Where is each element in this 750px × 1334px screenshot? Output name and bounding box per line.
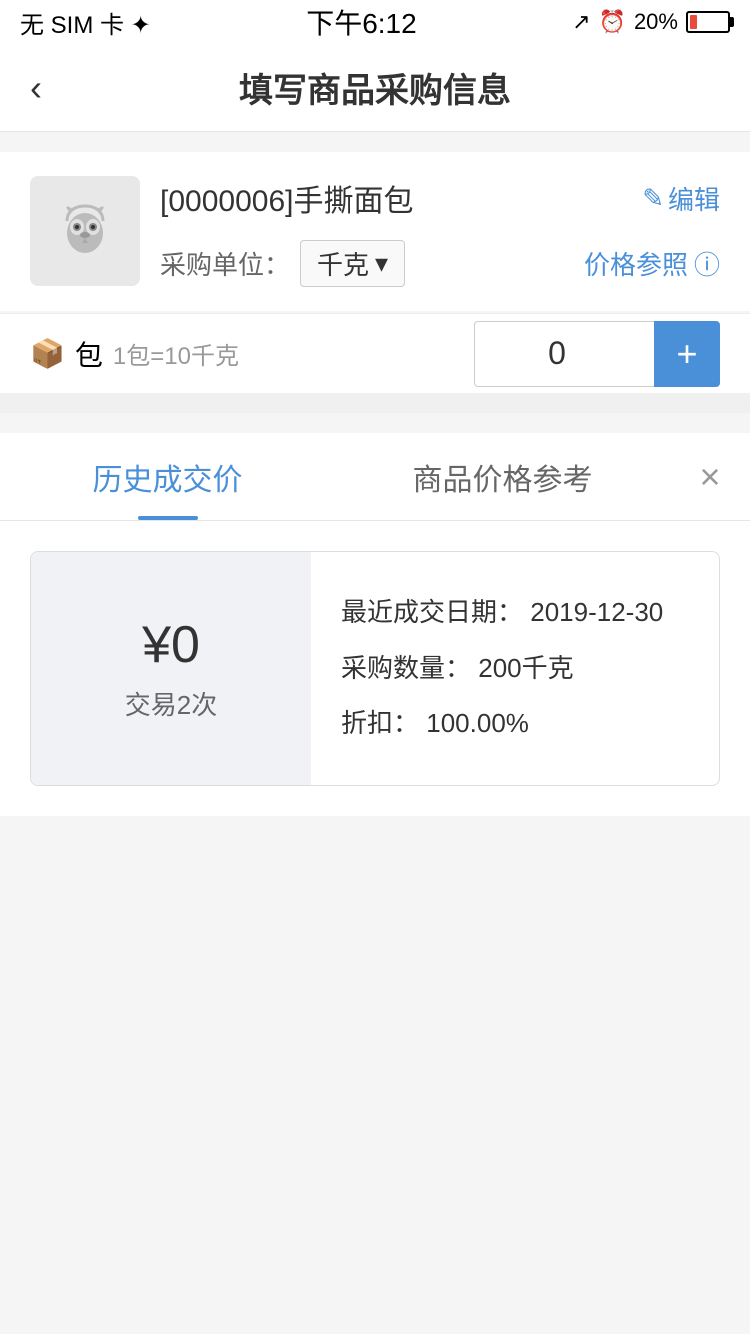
price-ref-label: 价格参照	[584, 245, 688, 282]
purchase-quantity-detail: 采购数量： 200千克	[341, 648, 689, 690]
package-ratio: 1包=10千克	[113, 336, 239, 371]
battery-icon	[686, 11, 730, 33]
quantity-section: 📦 包 1包=10千克 +	[0, 313, 750, 393]
tab-history-price[interactable]: 历史成交价	[0, 433, 335, 520]
status-bar: 无 SIM 卡 ✦ 下午6:12 ↗ ⏰ 20%	[0, 0, 750, 44]
tab-content: ¥0 交易2次 最近成交日期： 2019-12-30 采购数量： 200千克 折…	[0, 521, 750, 816]
transaction-count: 交易2次	[125, 685, 217, 722]
package-icon: 📦	[30, 337, 65, 370]
edit-button[interactable]: ✎ 编辑	[642, 180, 720, 217]
carrier-text: 无 SIM 卡 ✦	[20, 5, 151, 40]
unit-label-text: 采购单位：	[160, 245, 290, 282]
transaction-right: 最近成交日期： 2019-12-30 采购数量： 200千克 折扣： 100.0…	[311, 552, 719, 785]
discount-label: 折扣：	[341, 708, 419, 738]
page-title: 填写商品采购信息	[239, 63, 511, 112]
transaction-left: ¥0 交易2次	[31, 552, 311, 785]
edit-label: 编辑	[668, 180, 720, 217]
purchase-quantity-value: 200千克	[478, 653, 573, 683]
product-card: [0000006]手撕面包 ✎ 编辑 采购单位： 千克 ▾ 价格参照 ⓘ	[0, 152, 750, 311]
unit-select[interactable]: 千克 ▾	[300, 240, 405, 287]
product-info: [0000006]手撕面包 ✎ 编辑 采购单位： 千克 ▾ 价格参照 ⓘ	[160, 176, 720, 287]
quantity-plus-button[interactable]: +	[654, 321, 720, 387]
status-right: ↗ ⏰ 20%	[572, 9, 730, 35]
back-button[interactable]: ‹	[30, 57, 52, 119]
quantity-label: 📦 包 1包=10千克	[30, 334, 239, 374]
product-name: [0000006]手撕面包	[160, 176, 413, 220]
unit-label: 采购单位： 千克 ▾	[160, 240, 405, 287]
alarm-icon: ⏰	[599, 9, 626, 35]
quantity-input-group: +	[474, 321, 720, 387]
quantity-input[interactable]	[474, 321, 654, 387]
product-image-icon	[55, 201, 115, 261]
nav-bar: ‹ 填写商品采购信息	[0, 44, 750, 132]
separator	[0, 393, 750, 413]
recent-date-value: 2019-12-30	[530, 597, 663, 627]
price-reference-button[interactable]: 价格参照 ⓘ	[584, 245, 720, 282]
status-left: 无 SIM 卡 ✦	[20, 5, 151, 40]
tab-close-button[interactable]: ×	[670, 433, 750, 520]
product-thumbnail	[30, 176, 140, 286]
tab-product-price-ref-label: 商品价格参考	[413, 455, 593, 499]
discount-detail: 折扣： 100.00%	[341, 703, 689, 745]
help-icon: ⓘ	[694, 245, 720, 282]
transaction-card: ¥0 交易2次 最近成交日期： 2019-12-30 采购数量： 200千克 折…	[30, 551, 720, 786]
discount-value: 100.00%	[426, 708, 529, 738]
battery-percent: 20%	[634, 9, 678, 35]
tab-history-price-label: 历史成交价	[93, 455, 243, 499]
time-display: 下午6:12	[306, 2, 417, 42]
recent-date-label: 最近成交日期：	[341, 597, 523, 627]
unit-value: 千克	[317, 245, 369, 282]
recent-date-detail: 最近成交日期： 2019-12-30	[341, 592, 689, 634]
edit-icon: ✎	[642, 183, 664, 214]
tab-product-price-ref[interactable]: 商品价格参考	[335, 433, 670, 520]
purchase-quantity-label: 采购数量：	[341, 653, 471, 683]
tab-header: 历史成交价 商品价格参考 ×	[0, 433, 750, 521]
location-icon: ↗	[572, 9, 590, 35]
tab-panel: 历史成交价 商品价格参考 × ¥0 交易2次 最近成交日期： 2019-12-3…	[0, 433, 750, 816]
transaction-price: ¥0	[142, 615, 200, 675]
chevron-down-icon: ▾	[375, 248, 388, 279]
package-unit: 包	[75, 334, 103, 374]
